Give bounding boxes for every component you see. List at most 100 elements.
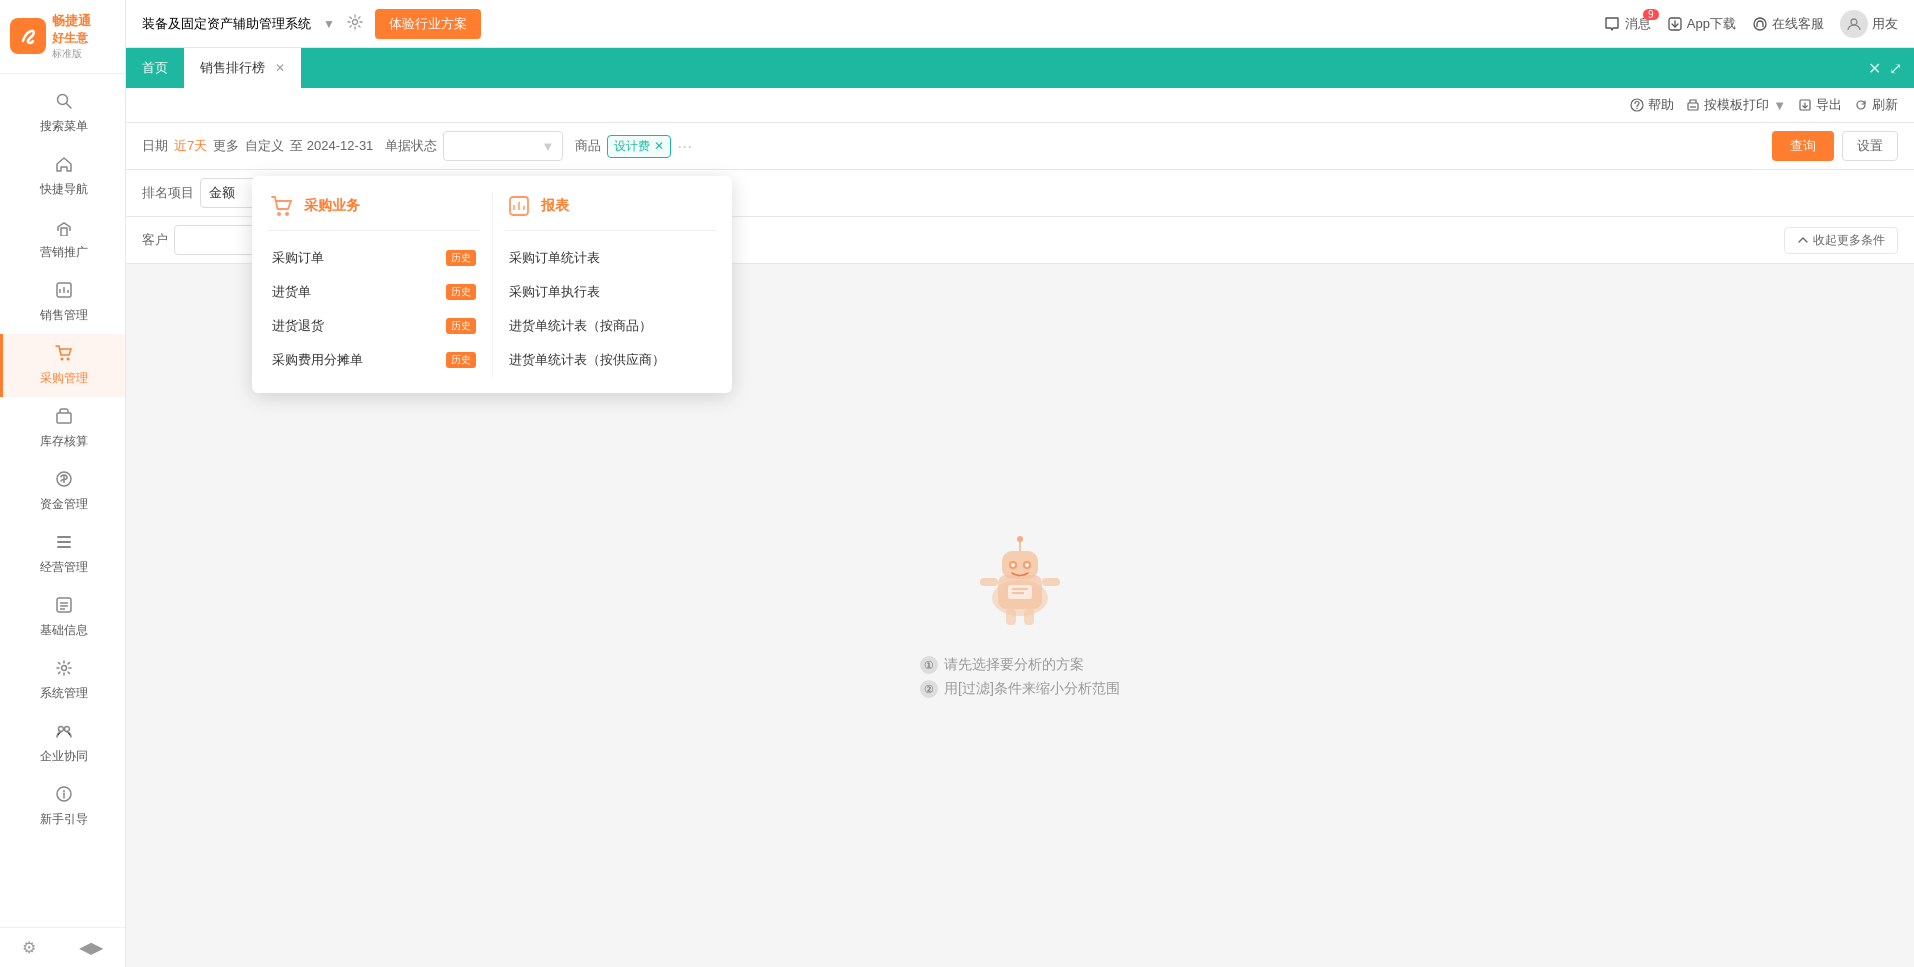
product-tag-label: 设计费 <box>614 138 650 155</box>
svg-rect-12 <box>57 536 71 538</box>
topbar-gear-icon[interactable] <box>347 14 363 34</box>
svg-point-0 <box>31 41 34 44</box>
message-btn[interactable]: 消息 9 <box>1603 15 1651 33</box>
tab-sales-rank-label: 销售排行榜 <box>200 59 265 77</box>
date-shortcut-7days[interactable]: 近7天 <box>174 137 207 155</box>
svg-point-19 <box>62 665 67 670</box>
sidebar-item-capital[interactable]: 资金管理 <box>0 460 125 523</box>
print-dropdown-icon[interactable]: ▼ <box>1773 98 1786 113</box>
sidebar-label-purchase: 采购管理 <box>40 370 88 387</box>
sidebar-item-enterprise[interactable]: 企业协同 <box>0 712 125 775</box>
sidebar-item-search[interactable]: 搜索菜单 <box>0 82 125 145</box>
sidebar-label-guide: 新手引导 <box>40 811 88 828</box>
product-more-dots[interactable]: ··· <box>677 137 692 155</box>
purchase-order-label: 采购订单 <box>272 249 324 267</box>
dropdown-item-order-exec[interactable]: 采购订单执行表 <box>505 275 717 309</box>
app-download-btn[interactable]: App下载 <box>1667 15 1736 33</box>
dropdown-item-inbound-stat-product[interactable]: 进货单统计表（按商品） <box>505 309 717 343</box>
top-toolbar: 帮助 按模板打印 ▼ 导出 刷新 <box>126 88 1914 123</box>
system-title: 装备及固定资产辅助管理系统 <box>142 15 311 33</box>
sidebar-item-purchase[interactable]: 采购管理 <box>0 334 125 397</box>
dropdown-divider <box>492 192 493 377</box>
refresh-label: 刷新 <box>1872 96 1898 114</box>
svg-rect-48 <box>1008 585 1032 599</box>
capital-nav-icon <box>55 470 73 493</box>
logo-text: 畅捷通 好生意 标准版 <box>52 12 91 61</box>
sidebar: 畅捷通 好生意 标准版 搜索菜单 快捷导航 营销推广 <box>0 0 126 967</box>
report-col: 报表 采购订单统计表 采购订单执行表 进货单统计表（按商品） 进货单统计表（按供… <box>505 192 717 377</box>
date-custom-btn[interactable]: 自定义 <box>245 137 284 155</box>
voucher-status-label: 单据状态 <box>385 137 437 155</box>
sales-nav-icon <box>55 281 73 304</box>
brand-name: 畅捷通 <box>52 12 91 30</box>
sidebar-label-capital: 资金管理 <box>40 496 88 513</box>
svg-point-43 <box>1025 563 1029 567</box>
dropdown-item-inbound-stat-supplier[interactable]: 进货单统计表（按供应商） <box>505 343 717 377</box>
sidebar-footer: ⚙ ◀▶ <box>0 927 125 967</box>
dropdown-item-order-stat[interactable]: 采购订单统计表 <box>505 241 717 275</box>
export-btn[interactable]: 导出 <box>1798 96 1842 114</box>
sidebar-label-sales: 销售管理 <box>40 307 88 324</box>
sidebar-item-basicinfo[interactable]: 基础信息 <box>0 586 125 649</box>
tab-close-icon[interactable]: ✕ <box>275 61 285 75</box>
rank-item-label: 排名项目 <box>142 184 194 202</box>
print-btn[interactable]: 按模板打印 ▼ <box>1686 96 1786 114</box>
app-download-label: App下载 <box>1687 15 1736 33</box>
industry-btn[interactable]: 体验行业方案 <box>375 9 481 39</box>
tab-sales-rank[interactable]: 销售排行榜 ✕ <box>184 48 301 88</box>
svg-rect-10 <box>57 413 71 423</box>
collapse-conditions-btn[interactable]: 收起更多条件 <box>1784 227 1898 254</box>
content-area: 帮助 按模板打印 ▼ 导出 刷新 日期 <box>126 88 1914 967</box>
help-btn[interactable]: 帮助 <box>1630 96 1674 114</box>
filter-actions: 查询 设置 <box>1772 131 1898 161</box>
svg-point-21 <box>65 726 70 731</box>
date-more-btn[interactable]: 更多 <box>213 137 239 155</box>
hint1-text: 请先选择要分析的方案 <box>944 656 1084 674</box>
sidebar-item-system[interactable]: 系统管理 <box>0 649 125 712</box>
avatar <box>1840 10 1868 38</box>
tab-close-all-btn[interactable]: ✕ <box>1868 59 1881 78</box>
expense-badge: 历史 <box>446 352 476 368</box>
tab-home[interactable]: 首页 <box>126 48 184 88</box>
sidebar-item-quicknav[interactable]: 快捷导航 <box>0 145 125 208</box>
purchase-nav-icon <box>55 344 73 367</box>
settings-footer-btn[interactable]: ⚙ <box>22 938 36 957</box>
settings-btn[interactable]: 设置 <box>1842 131 1898 161</box>
purchase-col-header: 采购业务 <box>268 192 480 231</box>
guide-nav-icon <box>55 785 73 808</box>
sidebar-item-operations[interactable]: 经营管理 <box>0 523 125 586</box>
voucher-status-group: 单据状态 ▼ <box>385 131 563 161</box>
inbound-badge: 历史 <box>446 284 476 300</box>
dropdown-item-expense[interactable]: 采购费用分摊单 历史 <box>268 343 480 377</box>
sidebar-item-inventory[interactable]: 库存核算 <box>0 397 125 460</box>
tab-expand-btn[interactable]: ⤢ <box>1889 59 1902 78</box>
print-label: 按模板打印 <box>1704 96 1769 114</box>
svg-rect-13 <box>57 541 71 543</box>
product-tag-close[interactable]: ✕ <box>654 139 664 153</box>
dropdown-item-purchase-order[interactable]: 采购订单 历史 <box>268 241 480 275</box>
tabbar-right: ✕ ⤢ <box>1868 59 1914 78</box>
sidebar-label-enterprise: 企业协同 <box>40 748 88 765</box>
report-col-header: 报表 <box>505 192 717 231</box>
topbar-dropdown-arrow[interactable]: ▼ <box>323 17 335 31</box>
svg-point-9 <box>67 357 70 360</box>
tab-home-label: 首页 <box>142 59 168 77</box>
collapse-footer-btn[interactable]: ◀▶ <box>79 938 103 957</box>
purchase-order-badge: 历史 <box>446 250 476 266</box>
dropdown-item-return[interactable]: 进货退货 历史 <box>268 309 480 343</box>
user-label: 用友 <box>1872 15 1898 33</box>
refresh-btn[interactable]: 刷新 <box>1854 96 1898 114</box>
voucher-status-select[interactable]: ▼ <box>443 131 563 161</box>
help-label: 帮助 <box>1648 96 1674 114</box>
svg-point-8 <box>61 357 64 360</box>
query-btn[interactable]: 查询 <box>1772 131 1834 161</box>
sidebar-item-sales[interactable]: 销售管理 <box>0 271 125 334</box>
user-menu[interactable]: 用友 <box>1840 10 1898 38</box>
topbar: 装备及固定资产辅助管理系统 ▼ 体验行业方案 消息 9 App下载 在线客服 <box>126 0 1914 48</box>
sidebar-item-guide[interactable]: 新手引导 <box>0 775 125 838</box>
basicinfo-nav-icon <box>55 596 73 619</box>
sidebar-item-marketing[interactable]: 营销推广 <box>0 208 125 271</box>
date-filter-group: 日期 近7天 更多 自定义 至 2024-12-31 <box>142 137 373 155</box>
online-service-btn[interactable]: 在线客服 <box>1752 15 1824 33</box>
dropdown-item-inbound[interactable]: 进货单 历史 <box>268 275 480 309</box>
